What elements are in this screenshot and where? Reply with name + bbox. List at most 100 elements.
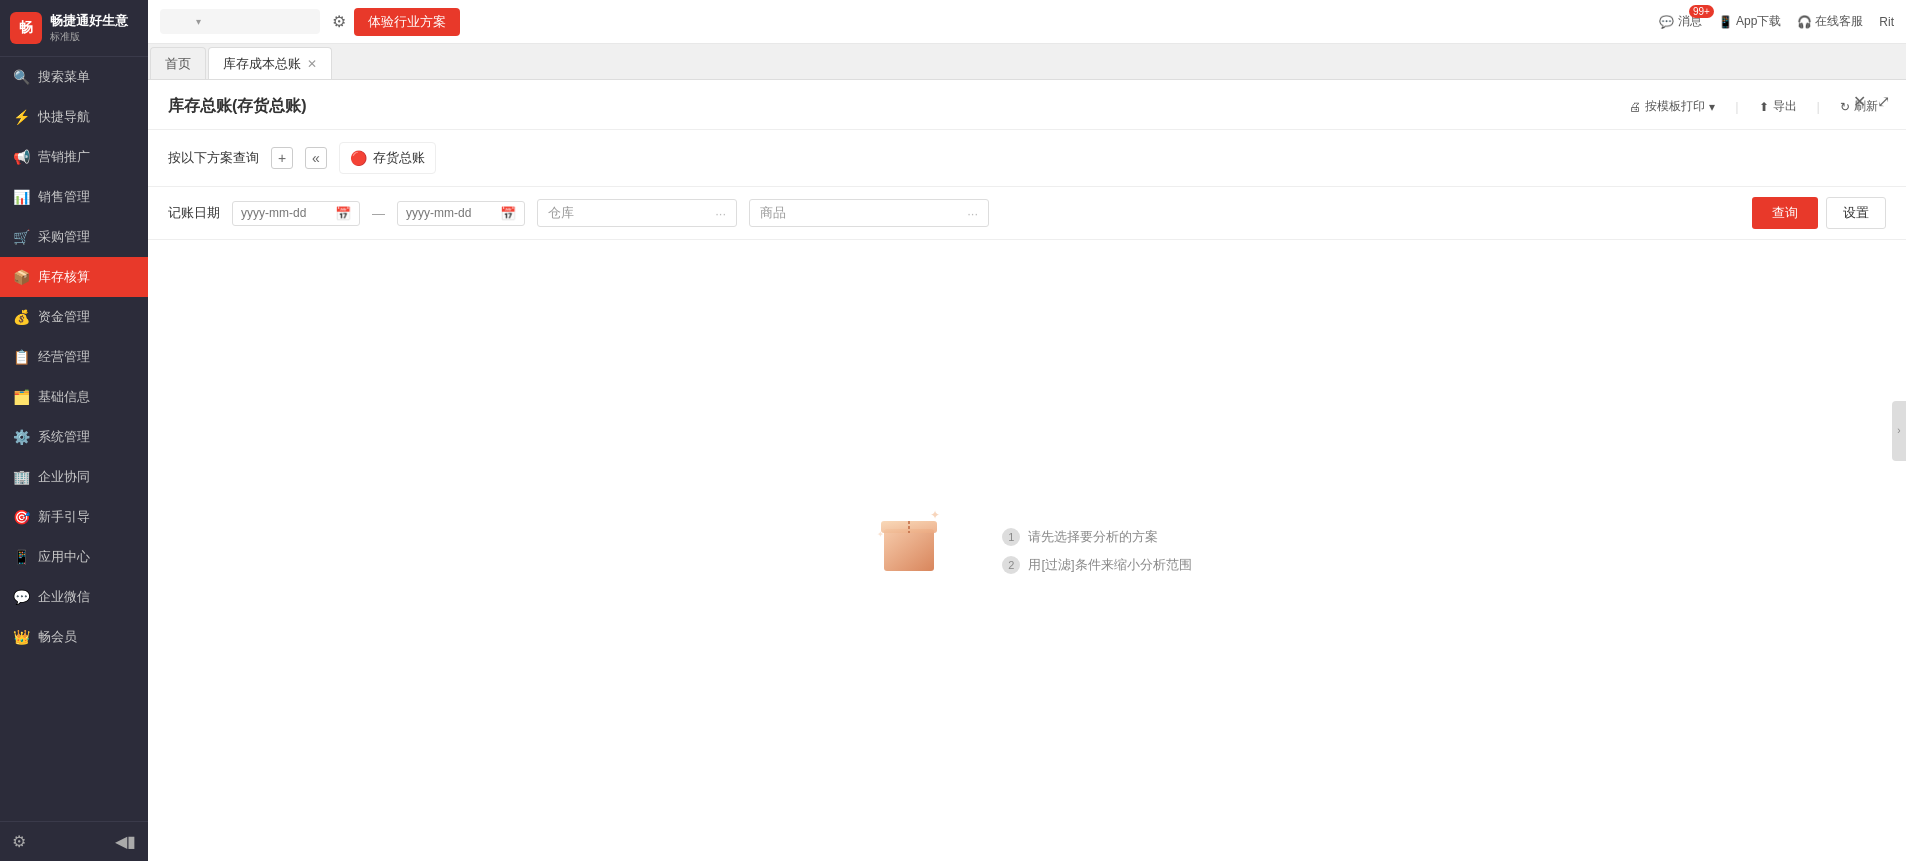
date-end-field[interactable] [406,206,496,220]
settings-icon[interactable]: ⚙ [12,832,26,851]
topbar-gear-icon[interactable]: ⚙ [332,12,346,31]
date-dash: — [372,206,385,221]
filter-add-btn[interactable]: + [271,147,293,169]
headset-icon: 🎧 [1797,15,1812,29]
purchase-icon: 🛒 [12,228,30,246]
basic-icon: 🗂️ [12,388,30,406]
page-title: 库存总账(存货总账) [168,96,307,117]
sidebar-item-quicknav[interactable]: ⚡ 快捷导航 [0,97,148,137]
service-label: 在线客服 [1815,13,1863,30]
expand-panel-icon[interactable]: ⤢ [1873,88,1894,115]
sidebar: 畅 畅捷通好生意 标准版 🔍 搜索菜单 ⚡ 快捷导航 📢 营销推广 📊 销售管理… [0,0,148,861]
sidebar-item-finance[interactable]: 💰 资金管理 [0,297,148,337]
sidebar-item-label: 销售管理 [38,188,90,206]
hint-item-1: 1 请先选择要分析的方案 [1002,528,1191,546]
warehouse-label: 仓库 [548,204,574,222]
corp-icon: 🏢 [12,468,30,486]
page-actions: 🖨 按模板打印 ▾ | ⬆ 导出 | ↻ 刷新 [1621,94,1886,119]
app-logo: 畅 畅捷通好生意 标准版 [0,0,148,57]
sidebar-item-corp[interactable]: 🏢 企业协同 [0,457,148,497]
industry-btn[interactable]: 体验行业方案 [354,8,460,36]
sidebar-item-label: 畅会员 [38,628,77,646]
divider: | [1735,99,1738,114]
hint-num-2: 2 [1002,556,1020,574]
tab-home-label: 首页 [165,55,191,73]
right-panel-toggle[interactable]: › [1892,401,1906,461]
scheme-option[interactable]: 🔴 存货总账 [339,142,436,174]
sidebar-item-ops[interactable]: 📋 经营管理 [0,337,148,377]
sidebar-item-system[interactable]: ⚙️ 系统管理 [0,417,148,457]
sales-icon: 📊 [12,188,30,206]
wechat-icon: 💬 [12,588,30,606]
filter-collapse-btn[interactable]: « [305,147,327,169]
date-start-input[interactable]: 📅 [232,201,360,226]
topbar-search-text [168,13,192,30]
goods-more-icon[interactable]: ··· [967,206,978,221]
app-download-btn[interactable]: 📱 App下载 [1718,13,1781,30]
query-btn[interactable]: 查询 [1752,197,1818,229]
filter-area: 按以下方案查询 + « 🔴 存货总账 [148,130,1906,187]
toggle-chevron-icon: › [1897,425,1900,436]
finance-icon: 💰 [12,308,30,326]
svg-text:✦: ✦ [877,530,884,539]
settings-btn[interactable]: 设置 [1826,197,1886,229]
close-panel-icon[interactable]: ✕ [1849,88,1870,115]
page-header: 库存总账(存货总账) 🖨 按模板打印 ▾ | ⬆ 导出 | ↻ 刷新 [148,80,1906,130]
printer-icon: 🖨 [1629,100,1641,114]
goods-label: 商品 [760,204,786,222]
sidebar-item-sales[interactable]: 📊 销售管理 [0,177,148,217]
tab-close-icon[interactable]: ✕ [307,57,317,71]
sidebar-item-apps[interactable]: 📱 应用中心 [0,537,148,577]
empty-illustration: ✦ ✦ [862,501,962,601]
filter-section-label: 按以下方案查询 [168,149,259,167]
warehouse-field[interactable]: 仓库 ··· [537,199,737,227]
service-btn[interactable]: 🎧 在线客服 [1797,13,1863,30]
goods-field[interactable]: 商品 ··· [749,199,989,227]
sidebar-item-basic[interactable]: 🗂️ 基础信息 [0,377,148,417]
topbar: ▾ ⚙ 体验行业方案 💬 消息 99+ 📱 App下载 🎧 在线客服 Rit [148,0,1906,44]
inventory-icon: 📦 [12,268,30,286]
sidebar-item-inventory[interactable]: 📦 库存核算 [0,257,148,297]
tab-inventory-label: 库存成本总账 [223,55,301,73]
svg-text:✦: ✦ [930,508,940,522]
topbar-search-area[interactable]: ▾ [160,9,320,34]
tab-home[interactable]: 首页 [150,47,206,79]
export-btn[interactable]: ⬆ 导出 [1751,94,1805,119]
sidebar-item-label: 企业协同 [38,468,90,486]
message-icon: 💬 [1659,15,1674,29]
page-content: 库存总账(存货总账) 🖨 按模板打印 ▾ | ⬆ 导出 | ↻ 刷新 [148,80,1906,861]
hint-text-2: 用[过滤]条件来缩小分析范围 [1028,556,1191,574]
sidebar-item-vip[interactable]: 👑 畅会员 [0,617,148,657]
collapse-icon[interactable]: ◀▮ [115,832,136,851]
sidebar-item-label: 库存核算 [38,268,90,286]
tab-inventory-ledger[interactable]: 库存成本总账 ✕ [208,47,332,79]
sidebar-item-purchase[interactable]: 🛒 采购管理 [0,217,148,257]
sidebar-item-marketing[interactable]: 📢 营销推广 [0,137,148,177]
chevron-down-icon: ▾ [196,16,201,27]
sidebar-item-label: 搜索菜单 [38,68,90,86]
message-btn[interactable]: 💬 消息 99+ [1659,13,1702,30]
sidebar-item-label: 经营管理 [38,348,90,366]
calendar-end-icon[interactable]: 📅 [500,206,516,221]
user-name[interactable]: Rit [1879,15,1894,29]
print-label: 按模板打印 [1645,98,1705,115]
topbar-right: 💬 消息 99+ 📱 App下载 🎧 在线客服 Rit [1659,13,1894,30]
warehouse-more-icon[interactable]: ··· [715,206,726,221]
sidebar-item-search[interactable]: 🔍 搜索菜单 [0,57,148,97]
date-start-field[interactable] [241,206,331,220]
sidebar-item-wechat[interactable]: 💬 企业微信 [0,577,148,617]
sidebar-item-label: 企业微信 [38,588,90,606]
calendar-start-icon[interactable]: 📅 [335,206,351,221]
hint-text-1: 请先选择要分析的方案 [1028,528,1158,546]
tabbar: 首页 库存成本总账 ✕ [148,44,1906,80]
sidebar-item-guide[interactable]: 🎯 新手引导 [0,497,148,537]
app-edition: 标准版 [50,30,128,43]
hint-item-2: 2 用[过滤]条件来缩小分析范围 [1002,556,1191,574]
chevron-down-icon: ▾ [1709,100,1715,114]
print-btn[interactable]: 🖨 按模板打印 ▾ [1621,94,1723,119]
main-area: ▾ ⚙ 体验行业方案 💬 消息 99+ 📱 App下载 🎧 在线客服 Rit 首… [148,0,1906,861]
sidebar-nav: 🔍 搜索菜单 ⚡ 快捷导航 📢 营销推广 📊 销售管理 🛒 采购管理 📦 库存核… [0,57,148,821]
date-end-input[interactable]: 📅 [397,201,525,226]
app-name: 畅捷通好生意 [50,13,128,30]
date-field-label: 记账日期 [168,204,220,222]
